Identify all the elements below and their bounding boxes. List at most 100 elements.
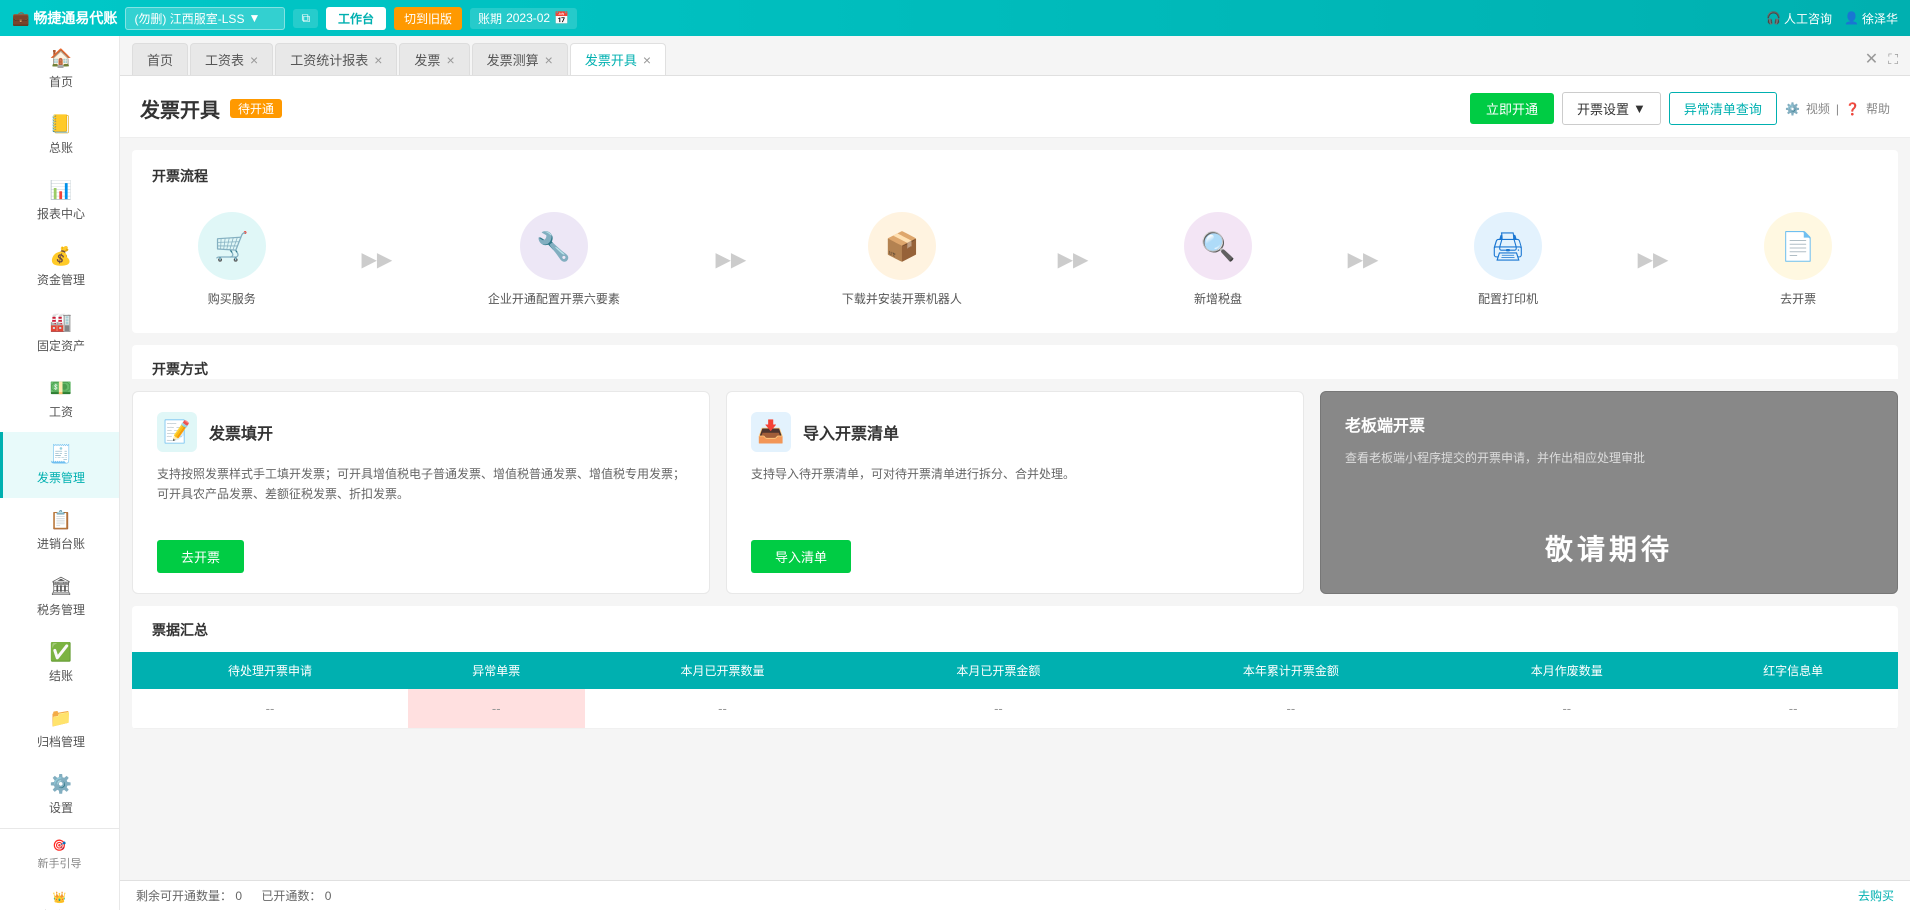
tab-invoice-calc[interactable]: 发票测算 × [472,43,568,75]
sidebar-item-label: 工资 [49,403,73,420]
th-monthly-amount: 本月已开票金额 [860,652,1136,689]
close-tab-btn[interactable]: ✕ [1861,47,1882,71]
sidebar-item-salary[interactable]: 💵 工资 [0,366,119,432]
th-monthly-count: 本月已开票数量 [585,652,861,689]
tab-close-icon[interactable]: × [374,53,382,67]
sidebar-item-label: 进销台账 [37,535,85,552]
funds-icon: 💰 [50,246,72,267]
method-header-manual: 📝 发票填开 [157,412,685,452]
company-selector[interactable]: (勿删) 江西服室-LSS ▼ [125,7,285,30]
page-title: 发票开具 [140,94,220,123]
th-yearly-amount: 本年累计开票金额 [1136,652,1445,689]
app-logo: 💼 畅捷通易代账 [12,8,117,28]
abnormal-query-button[interactable]: 异常清单查询 [1669,92,1777,125]
sidebar-item-label: 报表中心 [37,205,85,222]
methods-title: 开票方式 [132,345,1898,379]
method-card-manual: 📝 发票填开 支持按照发票样式手工填开发票；可开具增值税电子普通发票、增值税普通… [132,391,710,594]
tab-close-icon[interactable]: × [446,53,454,67]
separator: | [1836,102,1839,116]
tab-salary-stats[interactable]: 工资统计报表 × [275,43,397,75]
td-monthly-amount: -- [860,689,1136,729]
config-enterprise-icon: 🔧 [520,212,588,280]
download-robot-label: 下载并安装开票机器人 [842,290,962,307]
member-icon: 👑 [53,891,67,904]
sidebar-item-invoice[interactable]: 🧾 发票管理 [0,432,119,498]
import-list-button[interactable]: 导入清单 [751,540,851,573]
summary-table: 待处理开票申请 异常单票 本月已开票数量 本月已开票金额 本年累计开票金额 本月… [132,652,1898,729]
sidebar-item-label: 资金管理 [37,271,85,288]
open-now-button[interactable]: 立即开通 [1470,93,1554,124]
start-invoice-icon: 📄 [1764,212,1832,280]
table-row: -- -- -- -- -- -- -- [132,689,1898,729]
import-list-icon: 📥 [751,412,791,452]
headset-icon: 🎧 [1766,11,1781,25]
opened-value: 0 [325,889,332,903]
opened-label: 已开通数： [261,889,321,903]
sidebar-item-label: 设置 [49,799,73,816]
sidebar-item-archive[interactable]: 📁 归档管理 [0,696,119,762]
sidebar-item-reports[interactable]: 📊 报表中心 [0,168,119,234]
method-header-import: 📥 导入开票清单 [751,412,1279,452]
summary-section: 票据汇总 待处理开票申请 异常单票 本月已开票数量 本月已开票金额 本年累计开票… [132,606,1898,729]
user-profile-btn[interactable]: 👤 徐泽华 [1844,10,1898,27]
sidebar-item-ledger[interactable]: 📒 总账 [0,102,119,168]
tab-invoice-list[interactable]: 发票 × [399,43,469,75]
sidebar-item-funds[interactable]: 💰 资金管理 [0,234,119,300]
td-red-info: -- [1688,689,1898,729]
tab-close-icon[interactable]: × [643,53,651,67]
calendar-icon[interactable]: 📅 [554,11,569,25]
settings-icon: ⚙️ [50,774,72,795]
sidebar-item-label: 首页 [49,73,73,90]
sidebar-item-label: 税务管理 [37,601,85,618]
tab-close-icon[interactable]: × [250,53,258,67]
tab-label: 工资统计报表 [290,50,368,69]
top-bar-left: 💼 畅捷通易代账 (勿删) 江西服室-LSS ▼ ⧉ 工作台 切到旧版 账期 2… [12,7,577,30]
arrow-icon-2: ▶▶ [716,247,747,272]
tax-icon: 🏛 [50,576,73,597]
process-flow-section: 开票流程 🛒 购买服务 ▶▶ 🔧 企业开通配置开票六要素 ▶▶ [132,150,1898,333]
copy-button[interactable]: ⧉ [293,9,318,28]
sidebar-item-member[interactable]: 👑 畅会员 [0,881,119,910]
header-actions: 立即开通 开票设置 ▼ 异常清单查询 ⚙️ 视频 | ❓ 帮助 [1470,92,1890,125]
customer-service-btn[interactable]: 🎧 人工咨询 [1766,10,1832,27]
sidebar-item-guide[interactable]: 🎯 新手引导 [0,829,119,881]
td-abnormal: -- [408,689,585,729]
manual-fill-desc: 支持按照发票样式手工填开发票；可开具增值税电子普通发票、增值税普通发票、增值税专… [157,464,685,524]
period-display: 账期 2023-02 📅 [470,8,577,29]
sidebar-item-settlement[interactable]: ✅ 结账 [0,630,119,696]
tab-close-icon[interactable]: × [545,53,553,67]
td-yearly-amount: -- [1136,689,1445,729]
sidebar-item-assets[interactable]: 🏭 固定资产 [0,300,119,366]
app-container: 💼 畅捷通易代账 (勿删) 江西服室-LSS ▼ ⧉ 工作台 切到旧版 账期 2… [0,0,1910,910]
go-invoice-button[interactable]: 去开票 [157,540,244,573]
tab-salary-table[interactable]: 工资表 × [190,43,273,75]
switch-version-button[interactable]: 切到旧版 [394,7,462,30]
sidebar-item-settings[interactable]: ⚙️ 设置 [0,762,119,828]
open-settings-button[interactable]: 开票设置 ▼ [1562,92,1661,125]
sidebar-item-tax[interactable]: 🏛 税务管理 [0,564,119,630]
page-title-area: 发票开具 待开通 [140,94,282,123]
content-area: 首页 工资表 × 工资统计报表 × 发票 × 发票测算 × [120,36,1910,910]
bottom-bar-left: 剩余可开通数量： 0 已开通数： 0 [136,887,331,904]
sidebar-item-purchase[interactable]: 📋 进销台账 [0,498,119,564]
status-badge: 待开通 [230,99,282,118]
top-bar: 💼 畅捷通易代账 (勿删) 江西服室-LSS ▼ ⧉ 工作台 切到旧版 账期 2… [0,0,1910,36]
th-abnormal: 异常单票 [408,652,585,689]
buy-service-label: 购买服务 [208,290,256,307]
tab-home[interactable]: 首页 [132,43,188,75]
buy-service-icon: 🛒 [198,212,266,280]
page-header: 发票开具 待开通 立即开通 开票设置 ▼ 异常清单查询 ⚙️ 视频 [120,76,1910,138]
tab-invoice-tool[interactable]: 发票开具 × [570,43,666,75]
view-label: 视频 [1806,100,1830,117]
username: 徐泽华 [1862,10,1898,27]
tab-bar: 首页 工资表 × 工资统计报表 × 发票 × 发票测算 × [120,36,1910,76]
invoice-icon: 🧾 [50,444,72,465]
method-card-import: 📥 导入开票清单 支持导入待开票清单，可对待开票清单进行拆分、合并处理。 导入清… [726,391,1304,594]
arrow-icon-4: ▶▶ [1348,247,1379,272]
maximize-icon[interactable]: ⛶ [1888,51,1898,68]
buy-link[interactable]: 去购买 [1858,887,1894,904]
workspace-button[interactable]: 工作台 [326,7,386,30]
sidebar-item-home[interactable]: 🏠 首页 [0,36,119,102]
help-label: 帮助 [1866,100,1890,117]
dropdown-chevron-icon: ▼ [1633,101,1646,116]
